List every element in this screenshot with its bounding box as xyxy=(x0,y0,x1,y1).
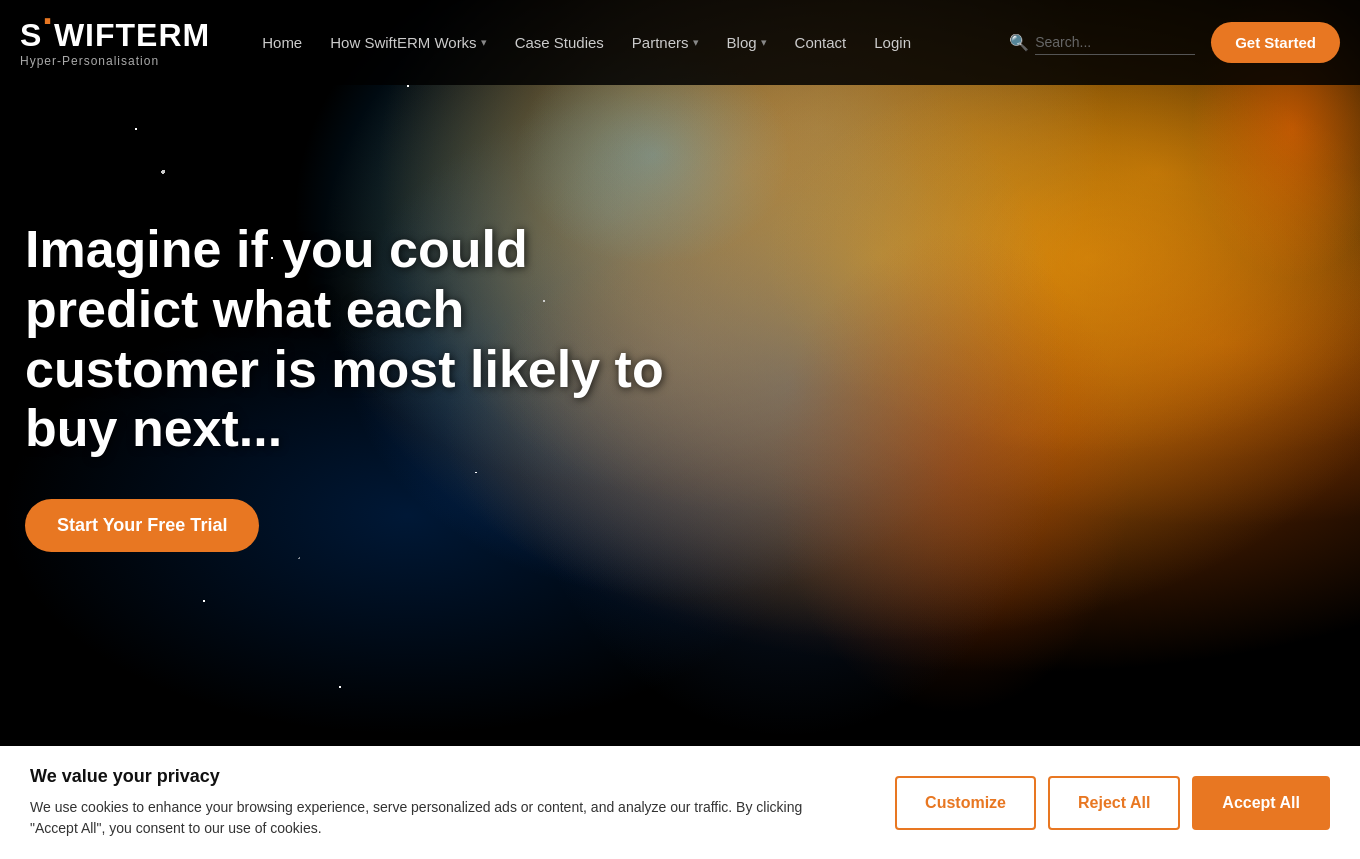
cookie-accept-button[interactable]: Accept All xyxy=(1192,776,1330,830)
search-area: 🔍 xyxy=(1009,30,1195,55)
cookie-banner: We value your privacy We use cookies to … xyxy=(0,746,1360,859)
chevron-down-icon: ▾ xyxy=(693,36,699,49)
nav-case-studies[interactable]: Case Studies xyxy=(503,26,616,59)
cookie-reject-button[interactable]: Reject All xyxy=(1048,776,1180,830)
nav-login[interactable]: Login xyxy=(862,26,923,59)
get-started-button[interactable]: Get Started xyxy=(1211,22,1340,63)
chevron-down-icon: ▾ xyxy=(481,36,487,49)
logo-text: S·WIFTERM xyxy=(20,17,210,54)
nav-contact[interactable]: Contact xyxy=(783,26,859,59)
main-nav: Home How SwiftERM Works ▾ Case Studies P… xyxy=(250,26,999,59)
nav-how-it-works[interactable]: How SwiftERM Works ▾ xyxy=(318,26,498,59)
cookie-buttons: Customize Reject All Accept All xyxy=(895,776,1330,830)
nav-blog[interactable]: Blog ▾ xyxy=(715,26,779,59)
cookie-customize-button[interactable]: Customize xyxy=(895,776,1036,830)
navbar: S·WIFTERM Hyper-Personalisation Home How… xyxy=(0,0,1360,85)
start-free-trial-button[interactable]: Start Your Free Trial xyxy=(25,499,259,552)
hero-content: Imagine if you could predict what each c… xyxy=(25,220,675,552)
hero-headline: Imagine if you could predict what each c… xyxy=(25,220,675,459)
search-icon: 🔍 xyxy=(1009,33,1029,52)
cookie-text: We use cookies to enhance your browsing … xyxy=(30,797,850,839)
nav-partners[interactable]: Partners ▾ xyxy=(620,26,711,59)
logo[interactable]: S·WIFTERM Hyper-Personalisation xyxy=(20,17,210,68)
search-input[interactable] xyxy=(1035,30,1195,55)
nav-home[interactable]: Home xyxy=(250,26,314,59)
logo-subtitle: Hyper-Personalisation xyxy=(20,54,210,68)
chevron-down-icon: ▾ xyxy=(761,36,767,49)
